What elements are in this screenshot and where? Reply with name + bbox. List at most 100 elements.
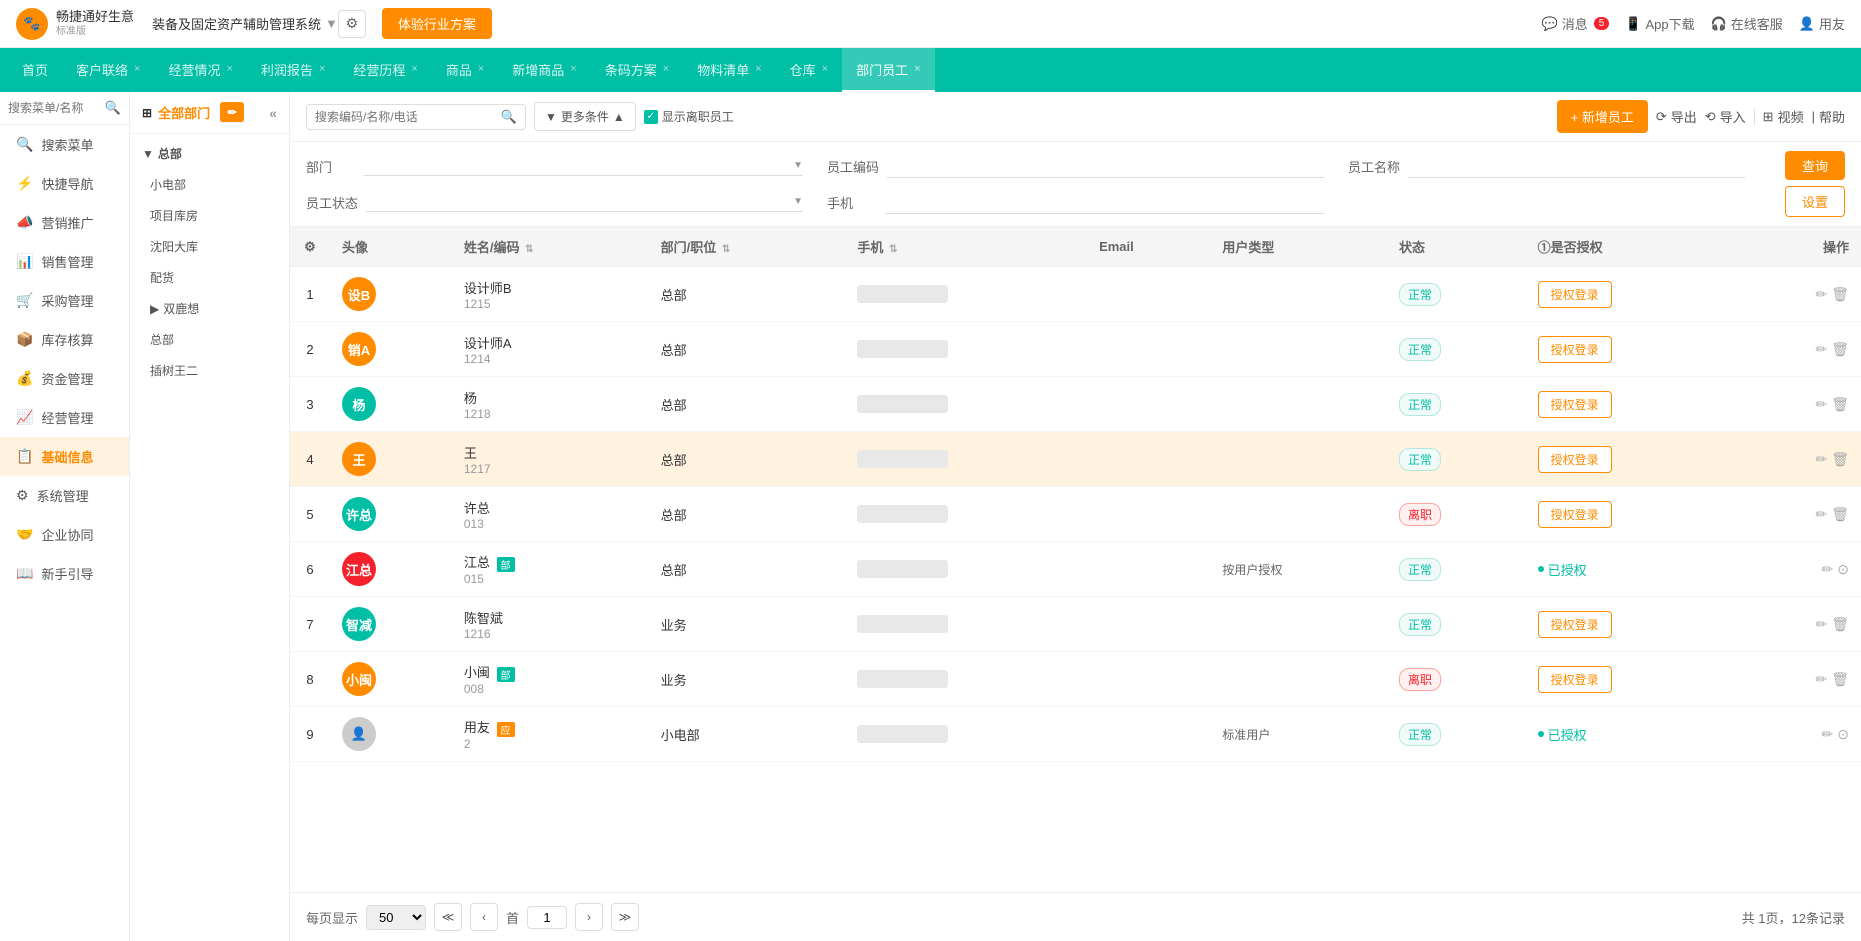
tab-history[interactable]: 经营历程 × <box>339 48 431 92</box>
sidebar-item-purchase[interactable]: 🛒 采购管理 <box>0 281 129 320</box>
edit-btn[interactable]: ✏ <box>1815 671 1827 687</box>
sidebar-item-marketing[interactable]: 📣 营销推广 <box>0 203 129 242</box>
auth-btn[interactable]: 授权登录 <box>1538 666 1612 693</box>
auth-btn[interactable]: 授权登录 <box>1538 611 1612 638</box>
tab-new-goods[interactable]: 新增商品 × <box>498 48 590 92</box>
finance-icon: 💰 <box>16 370 33 387</box>
dept-collapse-btn[interactable]: « <box>269 105 277 121</box>
delete-btn[interactable]: 🗑 <box>1831 341 1849 357</box>
emp-status-select[interactable]: ▼ <box>366 192 803 212</box>
col-name-code[interactable]: 姓名/编码 ⇅ <box>452 227 649 267</box>
last-page-btn[interactable]: ≫ <box>611 903 639 931</box>
sidebar-item-finance[interactable]: 💰 资金管理 <box>0 359 129 398</box>
tab-bom[interactable]: 物料清单 × <box>683 48 775 92</box>
sidebar-item-guide[interactable]: 📖 新手引导 <box>0 554 129 593</box>
sidebar-item-quicknav[interactable]: ⚡ 快捷导航 <box>0 164 129 203</box>
delete-btn[interactable]: 🗑 <box>1831 286 1849 302</box>
add-employee-btn[interactable]: + 新增员工 <box>1557 100 1648 133</box>
export-btn[interactable]: ⟳ 导出 <box>1656 107 1697 126</box>
sidebar-item-operations[interactable]: 📈 经营管理 <box>0 398 129 437</box>
gear-icon-btn[interactable]: ⚙ <box>338 10 366 38</box>
message-btn[interactable]: 💬 消息 5 <box>1542 14 1610 33</box>
app-download-btn[interactable]: 📱 App下载 <box>1625 14 1694 33</box>
per-page-select[interactable]: 50 20 100 <box>366 905 426 930</box>
edit-btn[interactable]: ✏ <box>1815 506 1827 522</box>
tab-department[interactable]: 部门员工 × <box>842 48 934 92</box>
tab-home[interactable]: 首页 <box>8 48 62 92</box>
delete-btn[interactable]: 🗑 <box>1831 506 1849 522</box>
delete-btn[interactable]: 🗑 <box>1831 396 1849 412</box>
first-page-btn[interactable]: ≪ <box>434 903 462 931</box>
copy-btn[interactable]: ⊙ <box>1837 726 1849 742</box>
dept-item-chashuwang[interactable]: 插树王二 <box>130 355 289 386</box>
tab-customer[interactable]: 客户联络 × <box>62 48 154 92</box>
sidebar-item-basic[interactable]: 📋 基础信息 <box>0 437 129 476</box>
sys-title: 装备及固定资产辅助管理系统 <box>152 14 321 33</box>
sidebar-search-input[interactable] <box>8 101 105 115</box>
col-phone[interactable]: 手机 ⇅ <box>845 227 1087 267</box>
filter-more-btn[interactable]: ▼ 更多条件 ▲ <box>534 102 636 131</box>
avatar: 智减 <box>342 607 376 641</box>
edit-btn[interactable]: ✏ <box>1815 341 1827 357</box>
search-icon: 🔍 <box>16 136 33 153</box>
prev-page-btn[interactable]: ‹ <box>470 903 498 931</box>
next-page-btn[interactable]: › <box>575 903 603 931</box>
all-dept-label[interactable]: 全部部门 <box>158 103 210 122</box>
dept-item-project[interactable]: 项目库房 <box>130 200 289 231</box>
user-btn[interactable]: 👤 用友 <box>1799 14 1845 33</box>
delete-btn[interactable]: 🗑 <box>1831 671 1849 687</box>
trial-button[interactable]: 体验行业方案 <box>382 8 492 39</box>
auth-btn[interactable]: 授权登录 <box>1538 391 1612 418</box>
online-service-btn[interactable]: 🎧 在线客服 <box>1711 14 1783 33</box>
dept-item-xiaodian[interactable]: 小电部 <box>130 169 289 200</box>
edit-btn[interactable]: ✏ <box>1815 616 1827 632</box>
edit-btn[interactable]: ✏ <box>1822 561 1834 577</box>
reset-btn[interactable]: 设置 <box>1785 186 1845 217</box>
dept-item-zongbu[interactable]: 总部 <box>130 324 289 355</box>
edit-btn[interactable]: ✏ <box>1815 286 1827 302</box>
dept-item-peihuo[interactable]: 配货 <box>130 262 289 293</box>
edit-btn[interactable]: ✏ <box>1815 396 1827 412</box>
delete-btn[interactable]: 🗑 <box>1831 616 1849 632</box>
dept-arrow-icon: ▼ <box>142 147 154 161</box>
edit-btn[interactable]: ✏ <box>1815 451 1827 467</box>
sidebar-item-inventory[interactable]: 📦 库存核算 <box>0 320 129 359</box>
tab-barcode[interactable]: 条码方案 × <box>591 48 683 92</box>
dept-filter-select[interactable]: ▼ <box>364 156 803 176</box>
auth-btn[interactable]: 授权登录 <box>1538 501 1612 528</box>
help-btn[interactable]: | 帮助 <box>1812 107 1845 126</box>
dept-item-shenyang[interactable]: 沈阳大库 <box>130 231 289 262</box>
tab-warehouse[interactable]: 仓库 × <box>776 48 842 92</box>
filter-row-dept: 部门 ▼ <box>306 154 803 178</box>
sidebar-item-sales[interactable]: 📊 销售管理 <box>0 242 129 281</box>
col-avatar: 头像 <box>330 227 452 267</box>
dept-item-zongbu-top[interactable]: ▼ 总部 <box>130 138 289 169</box>
emp-code-input[interactable] <box>887 154 1324 178</box>
sidebar-item-search[interactable]: 🔍 搜索菜单 <box>0 125 129 164</box>
page-number-input[interactable] <box>527 906 567 929</box>
auth-btn[interactable]: 授权登录 <box>1538 336 1612 363</box>
query-btn[interactable]: 查询 <box>1785 151 1845 180</box>
delete-btn[interactable]: 🗑 <box>1831 451 1849 467</box>
copy-btn[interactable]: ⊙ <box>1837 561 1849 577</box>
auth-btn[interactable]: 授权登录 <box>1538 281 1612 308</box>
col-dept[interactable]: 部门/职位 ⇅ <box>649 227 846 267</box>
tab-profit[interactable]: 利润报告 × <box>247 48 339 92</box>
sidebar-item-system[interactable]: ⚙ 系统管理 <box>0 476 129 515</box>
show-resigned-toggle[interactable]: ✓ 显示离职员工 <box>644 108 734 125</box>
sidebar-search-icon: 🔍 <box>105 100 121 116</box>
dept-item-shuanglu[interactable]: ▶ 双鹿想 <box>130 293 289 324</box>
dept-tree: ▼ 总部 小电部 项目库房 沈阳大库 配货 ▶ 双鹿想 总部 <box>130 134 289 390</box>
import-btn[interactable]: ⟲ 导入 <box>1705 107 1746 126</box>
col-settings[interactable]: ⚙ <box>290 227 330 267</box>
phone-input[interactable] <box>885 190 1324 214</box>
sidebar-item-collab[interactable]: 🤝 企业协同 <box>0 515 129 554</box>
tab-business[interactable]: 经营情况 × <box>154 48 246 92</box>
edit-btn[interactable]: ✏ <box>1822 726 1834 742</box>
view-btn[interactable]: ⊞ 视频 <box>1763 107 1804 126</box>
auth-btn[interactable]: 授权登录 <box>1538 446 1612 473</box>
search-input[interactable] <box>315 110 495 124</box>
tab-goods[interactable]: 商品 × <box>432 48 498 92</box>
dept-edit-icon[interactable]: ✏ <box>220 102 244 123</box>
emp-name-input[interactable] <box>1408 154 1745 178</box>
